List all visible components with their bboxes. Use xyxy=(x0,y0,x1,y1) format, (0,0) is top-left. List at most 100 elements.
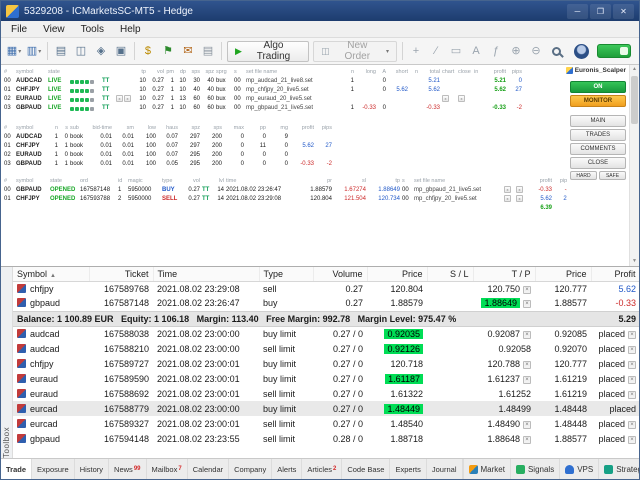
tab-journal[interactable]: Journal xyxy=(427,459,463,479)
flag-icon[interactable]: ⚑ xyxy=(158,41,178,62)
remove-tp-button[interactable]: × xyxy=(523,375,531,384)
col-volume[interactable]: Volume xyxy=(313,267,368,282)
col-current-price[interactable]: Price xyxy=(535,267,592,282)
text-tool-icon[interactable]: A xyxy=(466,41,486,62)
order-row[interactable]: eurcad 167589327 2021.08.02 23:00:01 sell l… xyxy=(13,416,639,431)
ea-on-button[interactable]: ON xyxy=(570,81,626,93)
col-price[interactable]: Price xyxy=(367,267,428,282)
navigator-icon[interactable]: ◈ xyxy=(91,41,111,62)
ea-monitor-button[interactable]: MONITOR xyxy=(570,95,626,107)
mail-icon[interactable]: ✉ xyxy=(178,41,198,62)
remove-tp-button[interactable]: × xyxy=(523,360,531,369)
col-sl[interactable]: S / L xyxy=(427,267,474,282)
menu-tools[interactable]: Tools xyxy=(73,23,112,36)
trendline-icon[interactable]: ∕ xyxy=(426,41,446,62)
new-chart-icon[interactable]: ▦ ▾ xyxy=(4,41,24,62)
toolbox-strip[interactable]: Toolbox xyxy=(1,267,13,458)
shapes-icon[interactable]: ▭ xyxy=(446,41,466,62)
tab-articles[interactable]: Articles 2 xyxy=(302,459,343,479)
order-row[interactable]: audcad 167588038 2021.08.02 23:00:00 buy li… xyxy=(13,326,639,341)
search-icon[interactable] xyxy=(546,41,566,62)
remove-tp-button[interactable]: × xyxy=(523,420,531,429)
order-row[interactable]: audcad 167588210 2021.08.02 23:00:00 sell l… xyxy=(13,341,639,356)
tab-history[interactable]: History xyxy=(75,459,110,479)
zoom-in-icon[interactable]: ⊕ xyxy=(506,41,526,62)
position-row[interactable]: gbpaud 167587148 2021.08.02 23:26:47 buy 0.2… xyxy=(13,296,639,311)
market-watch-icon[interactable]: ▤ xyxy=(51,41,71,62)
tab-alerts[interactable]: Alerts xyxy=(272,459,303,479)
remove-tp-button[interactable]: × xyxy=(523,435,531,444)
order-row[interactable]: euraud 167588692 2021.08.02 23:00:01 sell l… xyxy=(13,386,639,401)
chart-mini-button[interactable]: x xyxy=(504,195,511,202)
close-mini-button[interactable]: x xyxy=(458,95,465,102)
panel-signals[interactable]: Signals xyxy=(509,459,559,479)
chart-mini-button[interactable]: x xyxy=(442,95,449,102)
tab-exposure[interactable]: Exposure xyxy=(32,459,75,479)
minimize-button[interactable]: ─ xyxy=(567,3,588,19)
tab-news[interactable]: News 99 xyxy=(109,459,147,479)
algo-trading-button[interactable]: ▶ Algo Trading xyxy=(226,40,310,62)
panel-strategy-tester[interactable]: Strategy Tester xyxy=(598,459,639,479)
row-mini-button[interactable]: x xyxy=(116,95,123,102)
new-order-button[interactable]: ◫ New Order ▾ xyxy=(313,40,398,62)
close-order-button[interactable]: × xyxy=(628,390,636,399)
position-row[interactable]: chfjpy 167589768 2021.08.02 23:29:08 sell 0.… xyxy=(13,281,639,296)
tab-mailbox[interactable]: Mailbox 7 xyxy=(147,459,188,479)
tab-company[interactable]: Company xyxy=(229,459,273,479)
close-order-button[interactable]: × xyxy=(628,435,636,444)
close-mini-button[interactable]: x xyxy=(516,186,523,193)
ea-trades-button[interactable]: TRADES xyxy=(570,129,626,141)
remove-tp-button[interactable]: × xyxy=(523,300,531,309)
col-tp[interactable]: T / P xyxy=(473,267,536,282)
ea-comments-button[interactable]: COMMENTS xyxy=(570,143,626,155)
tab-experts[interactable]: Experts xyxy=(390,459,427,479)
balance-row[interactable]: Balance: 1 100.89 EUR Equity: 1 106.18 M… xyxy=(13,310,639,327)
tab-code-base[interactable]: Code Base xyxy=(342,459,391,479)
order-row[interactable]: euraud 167589590 2021.08.02 23:00:01 buy li… xyxy=(13,371,639,386)
scroll-down-icon[interactable]: ▼ xyxy=(630,257,639,266)
maximize-button[interactable]: ❐ xyxy=(590,3,611,19)
ea-main-button[interactable]: MAIN xyxy=(570,115,626,127)
close-mini-button[interactable]: x xyxy=(516,195,523,202)
remove-tp-button[interactable]: × xyxy=(523,285,531,294)
order-row[interactable]: chfjpy 167589727 2021.08.02 23:00:01 buy li… xyxy=(13,356,639,371)
scroll-thumb[interactable] xyxy=(631,76,638,124)
panel-market[interactable]: Market xyxy=(462,459,510,479)
col-profit[interactable]: Profit xyxy=(591,267,639,282)
profiles-icon[interactable]: ▥ ▾ xyxy=(24,41,44,62)
close-order-button[interactable]: × xyxy=(628,360,636,369)
order-row[interactable]: gbpaud 167594148 2021.08.02 23:23:55 sell l… xyxy=(13,431,639,446)
toolbox-panel-icon[interactable]: ▣ xyxy=(111,41,131,62)
remove-tp-button[interactable]: × xyxy=(523,330,531,339)
close-order-button[interactable]: × xyxy=(628,345,636,354)
tab-calendar[interactable]: Calendar xyxy=(188,459,230,479)
ea-hard-button[interactable]: HARD xyxy=(570,171,597,180)
chart-mini-button[interactable]: x xyxy=(504,186,511,193)
indicators-icon[interactable]: ƒ xyxy=(486,41,506,62)
col-ticket[interactable]: Ticket xyxy=(89,267,154,282)
close-order-button[interactable]: × xyxy=(628,375,636,384)
account-icon[interactable] xyxy=(574,43,589,59)
order-row[interactable]: eurcad 167588779 2021.08.02 23:00:00 buy li… xyxy=(13,401,639,416)
col-type[interactable]: Type xyxy=(259,267,314,282)
ea-close-button[interactable]: CLOSE xyxy=(570,157,626,169)
connection-toggle[interactable] xyxy=(597,44,631,58)
col-symbol[interactable]: Symbol ▲ xyxy=(13,267,90,282)
main-scrollbar[interactable]: ▲ ▼ xyxy=(629,65,639,266)
crosshair-icon[interactable]: + xyxy=(406,41,426,62)
zoom-out-icon[interactable]: ⊖ xyxy=(526,41,546,62)
deposit-icon[interactable]: $ xyxy=(138,41,158,62)
data-window-icon[interactable]: ◫ xyxy=(71,41,91,62)
print-icon[interactable]: ▤ xyxy=(198,41,218,62)
menu-help[interactable]: Help xyxy=(112,23,149,36)
menu-file[interactable]: File xyxy=(3,23,35,36)
row-mini-button[interactable]: x xyxy=(124,95,131,102)
tab-trade[interactable]: Trade xyxy=(1,459,33,479)
close-order-button[interactable]: × xyxy=(628,330,636,339)
ea-safe-button[interactable]: SAFE xyxy=(599,171,626,180)
scroll-up-icon[interactable]: ▲ xyxy=(630,65,639,74)
close-button[interactable]: ✕ xyxy=(613,3,634,19)
menu-view[interactable]: View xyxy=(35,23,73,36)
panel-vps[interactable]: VPS xyxy=(559,459,598,479)
col-time[interactable]: Time xyxy=(153,267,260,282)
